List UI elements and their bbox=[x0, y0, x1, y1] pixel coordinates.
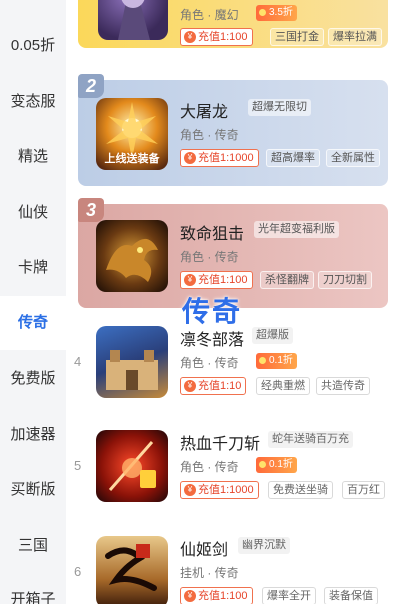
castle-icon bbox=[106, 350, 158, 390]
recharge-ratio: ¥ 充值1:1000 bbox=[180, 481, 259, 499]
game-meta: 角色 · 传奇 bbox=[180, 460, 239, 474]
feature-tag: 经典重燃 bbox=[256, 377, 310, 395]
feature-tag: 爆率拉满 bbox=[328, 28, 382, 46]
version-tag: 超爆版 bbox=[252, 327, 293, 344]
game-thumbnail bbox=[96, 326, 168, 398]
sidebar-item-0-05-discount[interactable]: 0.05折 bbox=[0, 36, 66, 56]
version-tag: 超爆无限切 bbox=[248, 99, 311, 116]
game-ranking-list: 角色 · 魔幻 3.5折 ¥ 充值1:100 三国打金 爆率拉满 2 上线送装备 … bbox=[66, 0, 400, 604]
game-thumbnail bbox=[96, 430, 168, 502]
recharge-ratio: ¥ 充值1:10 bbox=[180, 377, 247, 395]
coin-icon: ¥ bbox=[184, 590, 196, 602]
feature-tag: 共造传奇 bbox=[316, 377, 370, 395]
sidebar-item-xianxia[interactable]: 仙侠 bbox=[0, 203, 66, 223]
version-tag: 蛇年送骑百万充 bbox=[268, 431, 353, 448]
coin-icon: ¥ bbox=[184, 152, 196, 164]
game-title: 热血千刀斩 bbox=[180, 436, 261, 453]
sidebar-item-buyout[interactable]: 买断版 bbox=[0, 480, 66, 500]
game-title: 仙姬剑 bbox=[180, 542, 229, 559]
game-card-rank-1[interactable]: 角色 · 魔幻 3.5折 ¥ 充值1:100 三国打金 爆率拉满 bbox=[78, 0, 388, 48]
category-sidebar: 0.05折 变态服 精选 仙侠 卡牌 传奇 免费版 加速器 买断版 三国 开箱子 bbox=[0, 0, 66, 604]
version-tag: 幽界沉默 bbox=[238, 537, 290, 554]
coin-icon: ¥ bbox=[184, 31, 196, 43]
game-thumbnail bbox=[96, 536, 168, 604]
sidebar-item-legend[interactable]: 传奇 bbox=[0, 296, 66, 350]
rank-badge: 2 bbox=[78, 74, 104, 98]
recharge-ratio: ¥ 充值1:100 bbox=[180, 587, 253, 604]
feature-tag: 超高爆率 bbox=[266, 149, 320, 167]
category-heading: 传奇 bbox=[182, 296, 243, 327]
feature-tag: 装备保值 bbox=[324, 587, 378, 604]
discount-icon bbox=[259, 461, 266, 468]
recharge-ratio: ¥ 充值1:100 bbox=[180, 28, 253, 46]
recharge-ratio: ¥ 充值1:1000 bbox=[180, 149, 259, 167]
warrior-portrait-icon bbox=[118, 0, 150, 40]
version-tag: 光年超变福利版 bbox=[254, 221, 339, 238]
rank-number: 5 bbox=[74, 458, 82, 473]
game-title: 凛冬部落 bbox=[180, 332, 245, 349]
game-title: 致命狙击 bbox=[180, 226, 245, 243]
sidebar-item-featured[interactable]: 精选 bbox=[0, 147, 66, 167]
calligraphy-logo-icon bbox=[105, 544, 157, 591]
thumbnail-caption: 上线送装备 bbox=[104, 153, 160, 165]
recharge-ratio: ¥ 充值1:100 bbox=[180, 271, 253, 289]
game-thumbnail bbox=[96, 220, 168, 292]
feature-tag: 免费送坐骑 bbox=[268, 481, 333, 499]
coin-icon: ¥ bbox=[184, 484, 196, 496]
game-thumbnail: 上线送装备 bbox=[96, 98, 168, 170]
feature-tag: 爆率全开 bbox=[262, 587, 316, 604]
coin-icon: ¥ bbox=[184, 380, 196, 392]
sword-warrior-icon bbox=[108, 441, 156, 491]
rank-badge: 3 bbox=[78, 198, 104, 222]
coin-icon: ¥ bbox=[184, 274, 196, 286]
game-meta: 角色 · 传奇 bbox=[180, 356, 239, 370]
game-meta: 角色 · 魔幻 bbox=[180, 8, 239, 22]
sidebar-item-accelerator[interactable]: 加速器 bbox=[0, 425, 66, 445]
discount-icon bbox=[259, 9, 266, 16]
sidebar-item-card[interactable]: 卡牌 bbox=[0, 258, 66, 278]
discount-badge: 0.1折 bbox=[256, 353, 297, 369]
feature-tag: 全新属性 bbox=[326, 149, 380, 167]
game-title: 大屠龙 bbox=[180, 104, 229, 121]
discount-icon bbox=[259, 357, 266, 364]
discount-badge: 3.5折 bbox=[256, 5, 297, 21]
feature-tag: 三国打金 bbox=[270, 28, 324, 46]
sidebar-item-modded-server[interactable]: 变态服 bbox=[0, 92, 66, 112]
rank-number: 4 bbox=[74, 354, 82, 369]
game-meta: 角色 · 传奇 bbox=[180, 250, 239, 264]
sidebar-item-three-kingdoms[interactable]: 三国 bbox=[0, 536, 66, 556]
rank-number: 6 bbox=[74, 564, 82, 579]
dragon-icon bbox=[106, 238, 158, 282]
game-meta: 角色 · 传奇 bbox=[180, 128, 239, 142]
feature-tag: 杀怪翻牌 bbox=[260, 271, 314, 289]
discount-badge: 0.1折 bbox=[256, 457, 297, 473]
game-meta: 挂机 · 传奇 bbox=[180, 566, 239, 580]
feature-tag: 百万红 bbox=[342, 481, 385, 499]
game-card-rank-2[interactable]: 2 上线送装备 大屠龙 超爆无限切 角色 · 传奇 ¥ 充值1:1000 超高爆率… bbox=[78, 74, 388, 186]
sidebar-item-open-box[interactable]: 开箱子 bbox=[0, 590, 66, 604]
feature-tag: 刀刀切割 bbox=[318, 271, 372, 289]
sidebar-item-free[interactable]: 免费版 bbox=[0, 369, 66, 389]
game-thumbnail bbox=[98, 0, 168, 40]
